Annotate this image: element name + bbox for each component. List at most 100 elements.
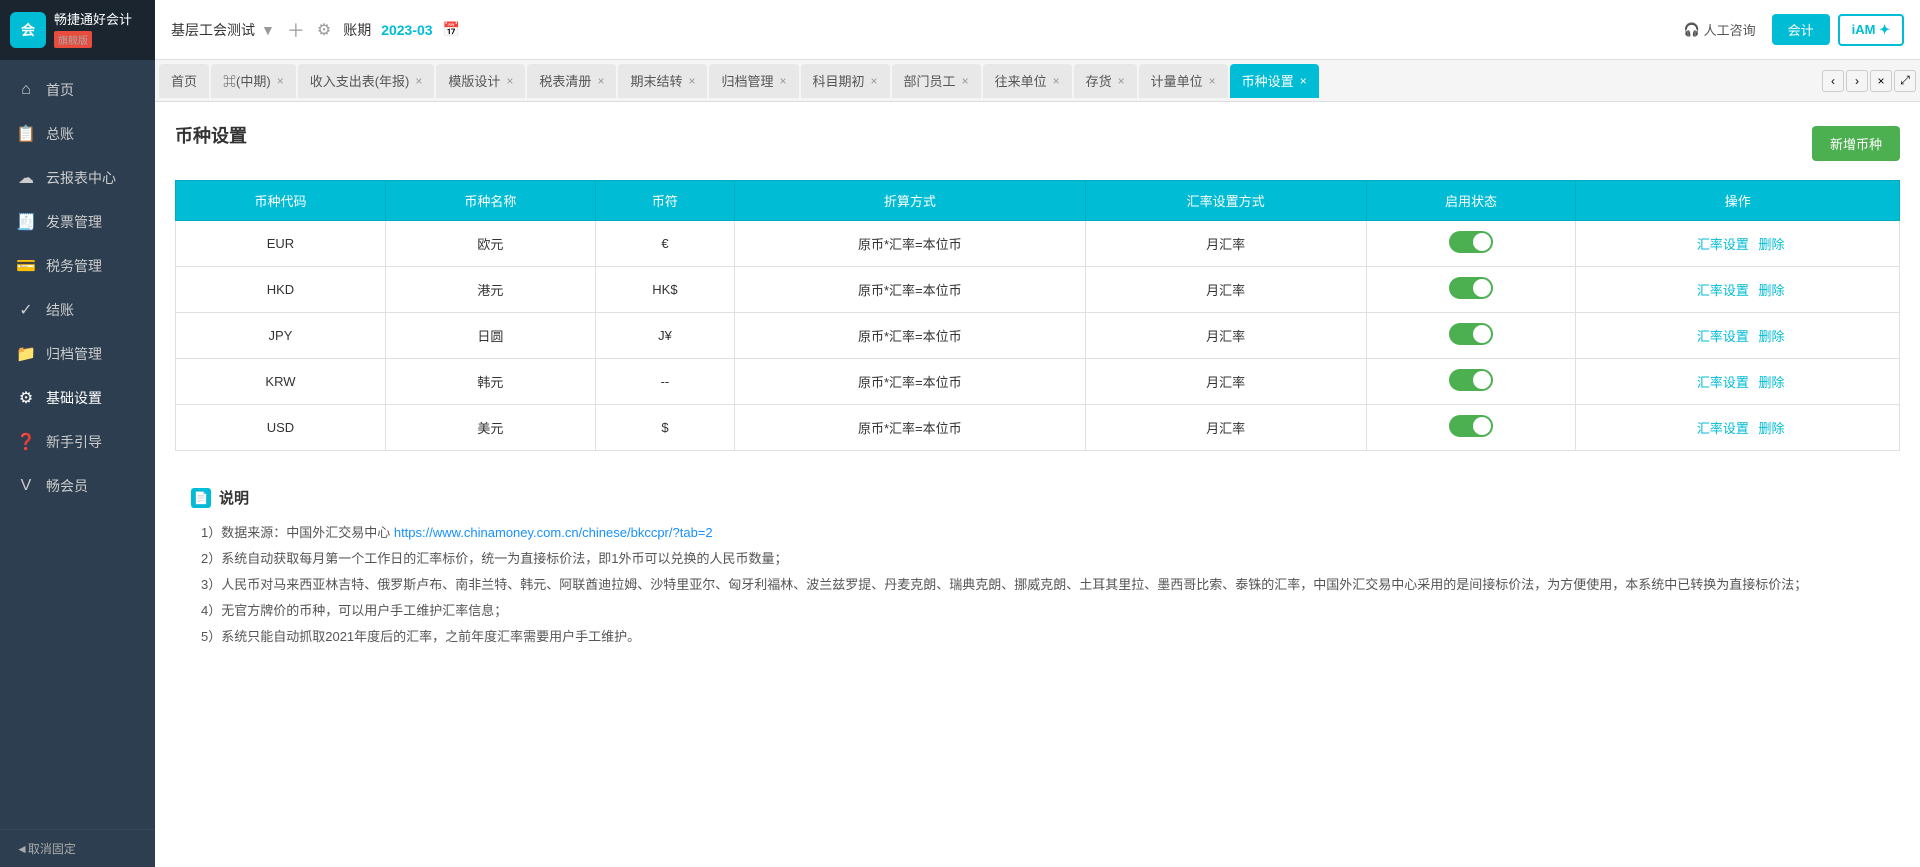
tab-close-tax[interactable]: × [597,74,604,88]
sidebar-item-reports[interactable]: ☁云报表中心 [0,156,155,200]
delete-link-3[interactable]: 删除 [1759,375,1785,390]
logo-name: 畅捷通好会计 [54,12,132,29]
tab-label-closing: 期末结转 [630,71,682,90]
tab-period[interactable]: ⌘(中期) × [211,64,296,98]
calendar-icon[interactable]: 📅 [443,21,460,38]
notice-item: 5）系统只能自动抓取2021年度后的汇率，之前年度汇率需要用户手工维护。 [201,624,1884,650]
tab-inventory[interactable]: 存货× [1074,64,1137,98]
cell-enabled [1366,405,1576,451]
tab-units[interactable]: 计量单位× [1139,64,1228,98]
tab-close-template[interactable]: × [506,74,513,88]
tab-archive[interactable]: 归档管理× [709,64,798,98]
cell-actions: 汇率设置 删除 [1576,221,1900,267]
tab-close-period[interactable]: × [277,74,284,88]
account-button[interactable]: 会计 [1772,14,1830,45]
sidebar-label-tax: 税务管理 [46,256,102,276]
toggle-enabled-1[interactable] [1449,277,1493,299]
rate-setting-link-3[interactable]: 汇率设置 [1697,375,1749,390]
cell-code: EUR [176,221,386,267]
logo-sub: 旗舰版 [54,31,92,48]
sidebar-item-ledger[interactable]: 📋总账 [0,112,155,156]
new-currency-button[interactable]: 新增币种 [1812,126,1900,161]
tab-next-button[interactable]: › [1846,70,1868,92]
cell-calc: 原币*汇率=本位币 [734,313,1085,359]
sidebar-item-home[interactable]: ⌂首页 [0,68,155,112]
tab-currency[interactable]: 币种设置 × [1230,64,1319,98]
cell-code: KRW [176,359,386,405]
add-icon[interactable]: ＋ [287,17,305,43]
service-label: 人工咨询 [1704,20,1756,39]
tab-tax[interactable]: 税表清册 × [527,64,616,98]
company-selector[interactable]: 基层工会测试 ▼ [171,20,275,40]
cell-actions: 汇率设置 删除 [1576,267,1900,313]
cell-enabled [1366,359,1576,405]
sidebar-item-invoice[interactable]: 🧾发票管理 [0,200,155,244]
tab-contacts[interactable]: 往来单位× [983,64,1072,98]
tab-subjects[interactable]: 科目期初× [801,64,890,98]
cell-symbol: J¥ [595,313,734,359]
rate-setting-link-0[interactable]: 汇率设置 [1697,237,1749,252]
sidebar-item-tax[interactable]: 💳 税务管理 [0,244,155,288]
invoice-icon: 🧾 [16,212,36,232]
notice-icon: 📄 [191,488,211,508]
notice-item: 1）数据来源：中国外汇交易中心 https://www.chinamoney.c… [201,520,1884,546]
cell-name: 港元 [385,267,595,313]
tab-close-closing[interactable]: × [688,74,695,88]
tab-label-department: 部门员工 [904,71,956,90]
tab-close-income[interactable]: × [415,74,422,88]
col-header: 汇率设置方式 [1085,181,1366,221]
sidebar-pin-toggle[interactable]: ◄取消固定 [0,829,155,867]
sidebar-item-guide[interactable]: ❓新手引导 [0,420,155,464]
delete-link-0[interactable]: 删除 [1759,237,1785,252]
tab-prev-button[interactable]: ‹ [1822,70,1844,92]
toggle-enabled-3[interactable] [1449,369,1493,391]
notice-item: 3）人民币对马来西亚林吉特、俄罗斯卢布、南非兰特、韩元、阿联酋迪拉姆、沙特里亚尔… [201,572,1884,598]
cell-rate-type: 月汇率 [1085,221,1366,267]
tab-label-currency: 币种设置 [1242,71,1294,90]
tab-label-period: ⌘(中期) [223,71,271,90]
cell-name: 韩元 [385,359,595,405]
tab-template[interactable]: 模版设计× [436,64,525,98]
member-icon: V [16,476,36,496]
closing-icon: ✓ [16,300,36,320]
toggle-enabled-2[interactable] [1449,323,1493,345]
tab-department[interactable]: 部门员工 × [892,64,981,98]
delete-link-4[interactable]: 删除 [1759,421,1785,436]
toggle-enabled-4[interactable] [1449,415,1493,437]
tab-close-subjects[interactable]: × [871,74,878,88]
sidebar-item-archive[interactable]: 📁归档管理 [0,332,155,376]
tab-close-currency[interactable]: × [1300,74,1307,88]
service-button[interactable]: 🎧 人工咨询 [1675,16,1763,43]
tax-icon: 💳 [16,256,36,276]
tab-close-all-button[interactable]: × [1870,70,1892,92]
cell-enabled [1366,221,1576,267]
tab-closing[interactable]: 期末结转 × [618,64,707,98]
sidebar-logo: 会 畅捷通好会计 旗舰版 [0,0,155,60]
period-value: 2023-03 [381,22,432,38]
tab-label-tax: 税表清册 [539,71,591,90]
tab-maximize-button[interactable]: ⤢ [1894,70,1916,92]
period-label: 账期 [343,20,371,40]
tab-home[interactable]: 首页 [159,64,209,98]
iamstar-button[interactable]: iAM ✦ [1838,14,1904,46]
delete-link-1[interactable]: 删除 [1759,283,1785,298]
settings-icon[interactable]: ⚙ [317,20,331,40]
notice-link[interactable]: https://www.chinamoney.com.cn/chinese/bk… [394,525,713,540]
tab-close-contacts[interactable]: × [1053,74,1060,88]
sidebar-item-closing[interactable]: ✓结账 [0,288,155,332]
tab-close-units[interactable]: × [1209,74,1216,88]
rate-setting-link-1[interactable]: 汇率设置 [1697,283,1749,298]
cell-actions: 汇率设置 删除 [1576,359,1900,405]
delete-link-2[interactable]: 删除 [1759,329,1785,344]
rate-setting-link-4[interactable]: 汇率设置 [1697,421,1749,436]
settings-icon: ⚙ [16,388,36,408]
tab-close-inventory[interactable]: × [1118,74,1125,88]
sidebar-item-settings[interactable]: ⚙基础设置 [0,376,155,420]
sidebar-item-member[interactable]: V畅会员 [0,464,155,508]
rate-setting-link-2[interactable]: 汇率设置 [1697,329,1749,344]
tab-close-archive[interactable]: × [780,74,787,88]
sidebar-label-archive: 归档管理 [46,344,102,364]
tab-income[interactable]: 收入支出表(年报)× [298,64,435,98]
toggle-enabled-0[interactable] [1449,231,1493,253]
tab-close-department[interactable]: × [962,74,969,88]
